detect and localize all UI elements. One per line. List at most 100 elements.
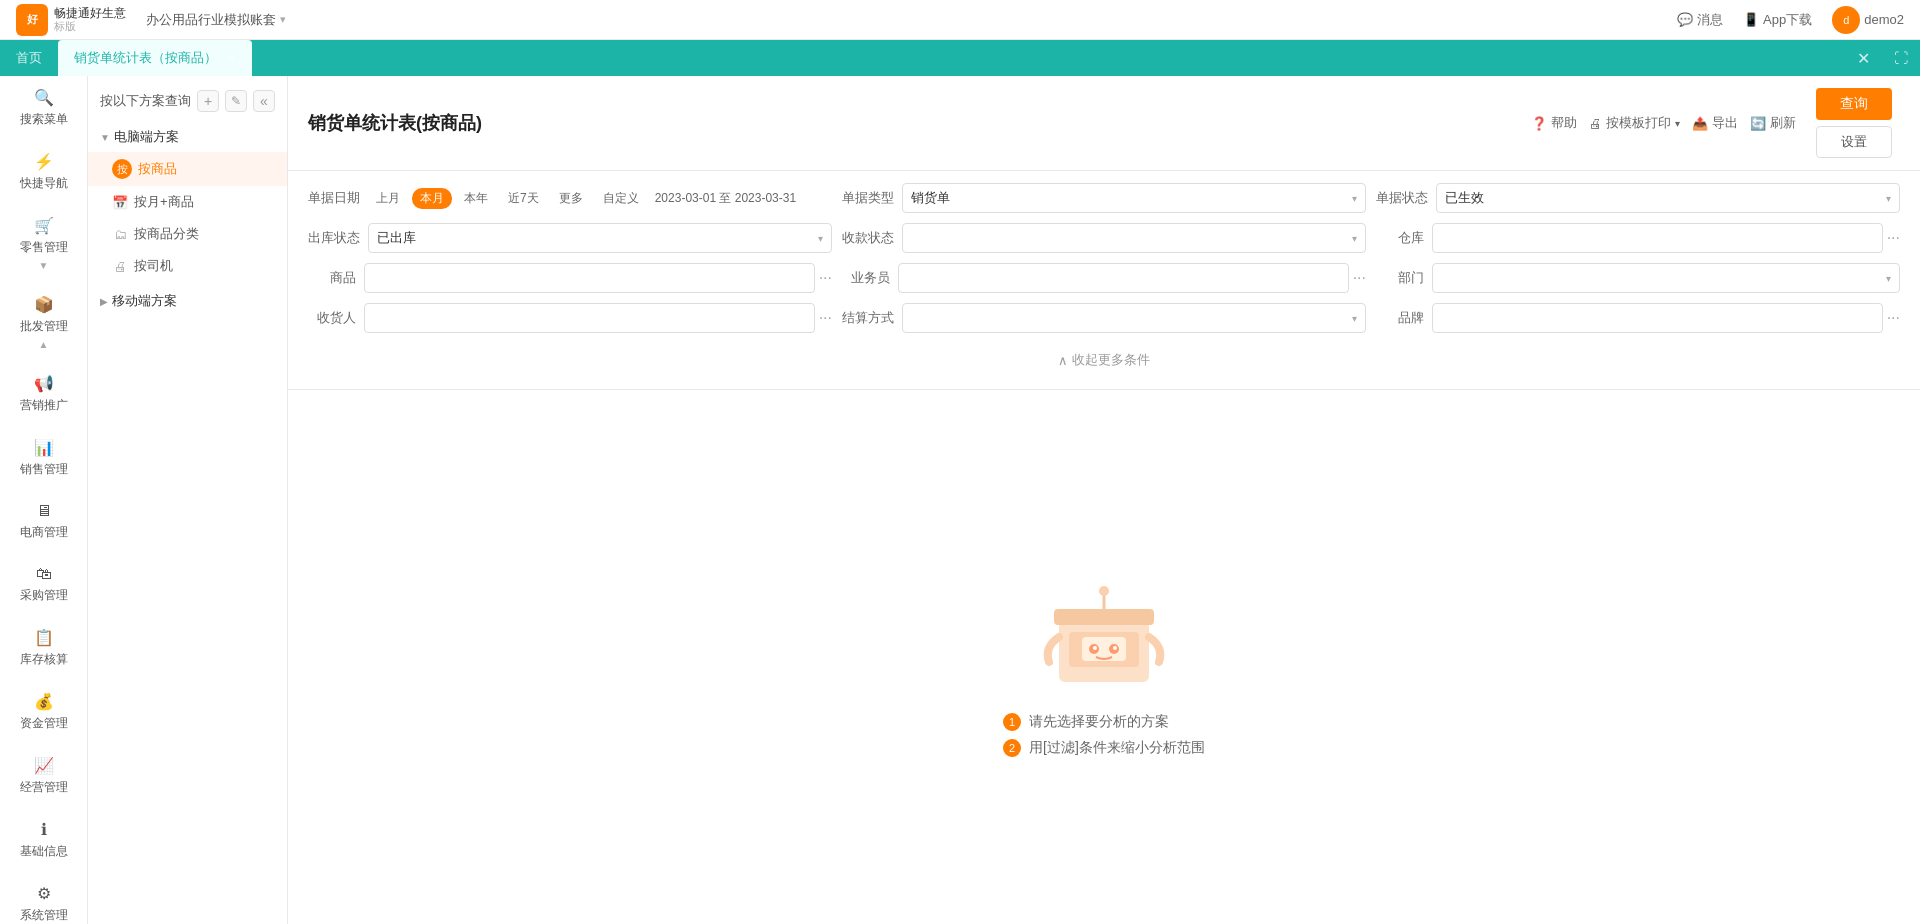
app-sub-title: 标版 — [54, 20, 126, 33]
sidebar-item-purchase-label: 采购管理 — [20, 587, 68, 604]
settlement-label: 结算方式 — [842, 309, 902, 327]
filter-row-2: 出库状态 已出库 ▾ 收款状态 ▾ 仓库 — [308, 223, 1900, 253]
scheme-edit-btn[interactable]: ✎ — [225, 90, 247, 112]
warehouse-label: 仓库 — [1376, 229, 1432, 247]
sidebar-item-marketing[interactable]: 📢 营销推广 — [0, 362, 87, 426]
sidebar-item-ops[interactable]: 📈 经营管理 — [0, 744, 87, 808]
date-tab-custom[interactable]: 自定义 — [595, 188, 647, 209]
sidebar-item-system[interactable]: ⚙ 系统管理 — [0, 872, 87, 924]
collapse-btn[interactable]: ∧ 收起更多条件 — [308, 343, 1900, 377]
sidebar-item-ecom[interactable]: 🖥 电商管理 — [0, 490, 87, 553]
scheme-item-by-category[interactable]: 🗂 按商品分类 — [88, 218, 287, 250]
settlement-arrow-icon: ▾ — [1352, 313, 1357, 324]
tab-home[interactable]: 首页 — [0, 40, 58, 76]
date-tab-7days[interactable]: 近7天 — [500, 188, 547, 209]
date-tab-more[interactable]: 更多 — [551, 188, 591, 209]
sidebar-item-search[interactable]: 🔍 搜索菜单 — [0, 76, 87, 140]
date-tab-this-year[interactable]: 本年 — [456, 188, 496, 209]
collapse-icon: « — [260, 93, 268, 109]
doc-status-value: 已生效 — [1445, 189, 1886, 207]
tab-close-icon[interactable]: ✕ — [227, 52, 236, 65]
sidebar-item-finance-label: 资金管理 — [20, 715, 68, 732]
sidebar-item-stock[interactable]: 📋 库存核算 — [0, 616, 87, 680]
logo-icon: 好 — [16, 4, 48, 36]
app-name-dropdown-icon[interactable]: ▾ — [280, 13, 286, 26]
app-name-area[interactable]: 办公用品行业模拟账套 ▾ — [146, 11, 286, 29]
recipient-input[interactable] — [364, 303, 815, 333]
user-name: demo2 — [1864, 12, 1904, 27]
scheme-group-mobile-title[interactable]: ▶ 移动端方案 — [88, 286, 287, 316]
scheme-collapse-btn[interactable]: « — [253, 90, 275, 112]
empty-svg — [1034, 557, 1174, 697]
sidebar-item-purchase[interactable]: 🛍 采购管理 — [0, 553, 87, 616]
scheme-group-pc-title[interactable]: ▼ 电脑端方案 — [88, 122, 287, 152]
fullscreen-icon[interactable]: ⛶ — [1882, 50, 1920, 66]
filter-area: 单据日期 上月 本月 本年 近7天 更多 自定义 2023-03-01 至 20… — [288, 171, 1920, 390]
filter-brand-cell: 品牌 ··· — [1376, 303, 1900, 333]
tabbar: 首页 销货单统计表（按商品） ✕ ✕ ⛶ — [0, 40, 1920, 76]
main-layout: 🔍 搜索菜单 ⚡ 快捷导航 🛒 零售管理 ▼ 📦 批发管理 ▲ 📢 营销推广 📊… — [0, 76, 1920, 924]
scheme-item-by-month-product[interactable]: 📅 按月+商品 — [88, 186, 287, 218]
scheme-item-by-month-label: 按月+商品 — [134, 193, 194, 211]
scheme-item-by-printer[interactable]: 🖨 按司机 — [88, 250, 287, 282]
avatar-initials: d — [1843, 14, 1849, 26]
query-btn[interactable]: 查询 — [1816, 88, 1892, 120]
query-btns-area: 查询 设置 — [1808, 88, 1900, 158]
scheme-add-btn[interactable]: + — [197, 90, 219, 112]
doc-status-select[interactable]: 已生效 ▾ — [1436, 183, 1900, 213]
refresh-btn[interactable]: 🔄 刷新 — [1750, 114, 1796, 132]
empty-hint-2: 2 用[过滤]条件来缩小分析范围 — [1003, 739, 1205, 757]
page-title: 销货单统计表(按商品) — [308, 111, 482, 135]
basic-icon: ℹ — [41, 820, 47, 839]
salesperson-label: 业务员 — [842, 269, 898, 287]
sidebar-item-quick-nav[interactable]: ⚡ 快捷导航 — [0, 140, 87, 204]
warehouse-dots-icon[interactable]: ··· — [1887, 229, 1900, 247]
filter-payment-cell: 收款状态 ▾ — [842, 223, 1366, 253]
by-month-icon: 📅 — [112, 194, 128, 210]
message-btn[interactable]: 💬 消息 — [1677, 11, 1723, 29]
payment-select[interactable]: ▾ — [902, 223, 1366, 253]
salesperson-input[interactable] — [898, 263, 1349, 293]
out-status-select[interactable]: 已出库 ▾ — [368, 223, 832, 253]
print-btn[interactable]: 🖨 按模板打印 ▾ — [1589, 114, 1680, 132]
brand-dots-icon[interactable]: ··· — [1887, 309, 1900, 327]
user-area[interactable]: d demo2 — [1832, 6, 1904, 34]
sidebar-item-sales[interactable]: 📊 销售管理 — [0, 426, 87, 490]
wholesale-expand-icon: ▲ — [39, 339, 49, 350]
recipient-dots-icon[interactable]: ··· — [819, 309, 832, 327]
help-btn[interactable]: ❓ 帮助 — [1531, 114, 1577, 132]
svg-rect-1 — [1054, 609, 1154, 625]
scheme-item-by-product[interactable]: 按 按商品 — [88, 152, 287, 186]
date-tab-last-month[interactable]: 上月 — [368, 188, 408, 209]
product-dots-icon[interactable]: ··· — [819, 269, 832, 287]
brand-input[interactable] — [1432, 303, 1883, 333]
by-product-dot-icon: 按 — [112, 159, 132, 179]
warehouse-input[interactable] — [1432, 223, 1883, 253]
svg-point-7 — [1113, 646, 1117, 650]
setting-btn[interactable]: 设置 — [1816, 126, 1892, 158]
collapse-up-icon: ∧ — [1058, 353, 1068, 368]
date-tab-this-month[interactable]: 本月 — [412, 188, 452, 209]
app-download-btn[interactable]: 📱 App下载 — [1743, 11, 1812, 29]
pc-group-label: 电脑端方案 — [114, 128, 179, 146]
sidebar-item-finance[interactable]: 💰 资金管理 — [0, 680, 87, 744]
close-window-icon[interactable]: ✕ — [1845, 49, 1882, 68]
product-input[interactable] — [364, 263, 815, 293]
tab-sales-stats[interactable]: 销货单统计表（按商品） ✕ — [58, 40, 252, 76]
sidebar-item-ops-label: 经营管理 — [20, 779, 68, 796]
salesperson-dots-icon[interactable]: ··· — [1353, 269, 1366, 287]
sidebar-item-wholesale[interactable]: 📦 批发管理 ▲ — [0, 283, 87, 362]
page-actions: ❓ 帮助 🖨 按模板打印 ▾ 📤 导出 🔄 — [1531, 88, 1900, 158]
app-full-name: 畅捷通好生意 — [54, 6, 126, 20]
date-label: 单据日期 — [308, 189, 368, 207]
empty-hint-1: 1 请先选择要分析的方案 — [1003, 713, 1205, 731]
out-status-value: 已出库 — [377, 229, 818, 247]
print-dropdown-icon: ▾ — [1675, 118, 1680, 129]
filter-date-cell: 单据日期 上月 本月 本年 近7天 更多 自定义 2023-03-01 至 20… — [308, 188, 832, 209]
doc-type-select[interactable]: 销货单 ▾ — [902, 183, 1366, 213]
sidebar-item-basic[interactable]: ℹ 基础信息 — [0, 808, 87, 872]
sidebar-item-retail[interactable]: 🛒 零售管理 ▼ — [0, 204, 87, 283]
settlement-select[interactable]: ▾ — [902, 303, 1366, 333]
export-btn[interactable]: 📤 导出 — [1692, 114, 1738, 132]
department-select[interactable]: ▾ — [1432, 263, 1900, 293]
